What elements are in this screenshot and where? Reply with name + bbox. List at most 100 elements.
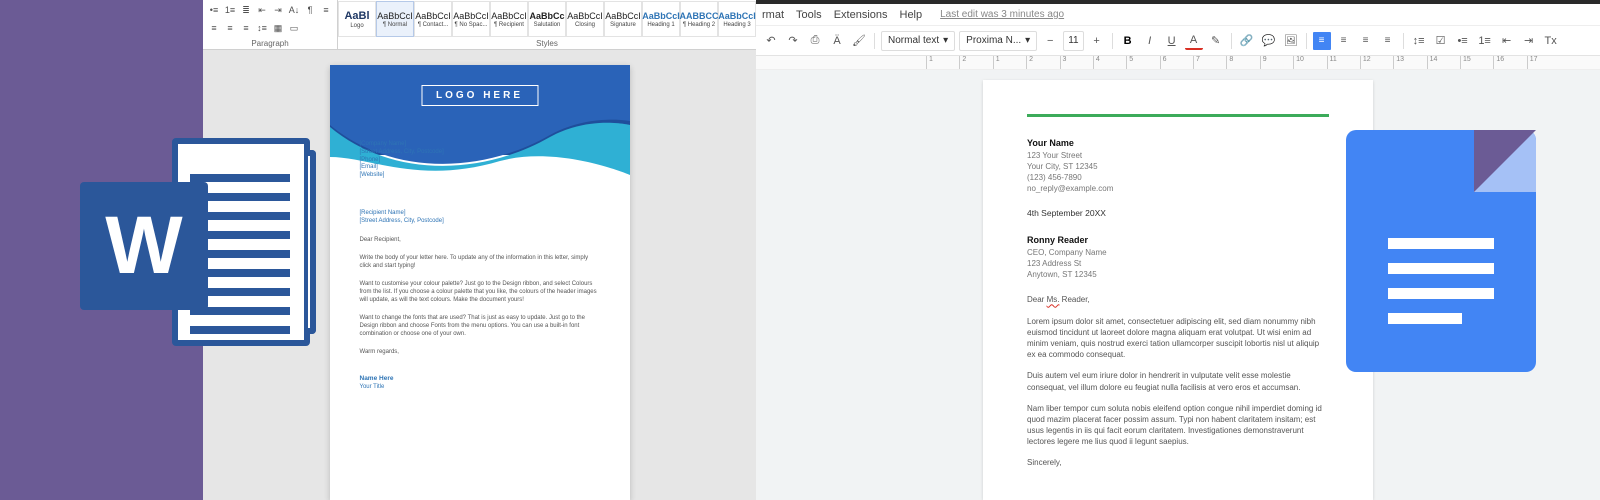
your-addr2[interactable]: Your City, ST 12345 xyxy=(1027,161,1329,172)
body-paragraph-2[interactable]: Want to customise your colour palette? J… xyxy=(360,280,600,304)
closing[interactable]: Warm regards, xyxy=(360,348,600,356)
align-center-icon[interactable]: ≡ xyxy=(1335,32,1353,50)
recipient-title[interactable]: CEO, Company Name xyxy=(1027,247,1329,258)
body-paragraph-1[interactable]: Lorem ipsum dolor sit amet, consectetuer… xyxy=(1027,316,1329,361)
line-spacing-icon[interactable]: ↕≡ xyxy=(1410,32,1428,50)
outdent-icon[interactable]: ⇤ xyxy=(255,3,269,17)
clear-format-icon[interactable]: Tx xyxy=(1542,32,1560,50)
recipient-address[interactable]: [Street Address, City, Postcode] xyxy=(360,218,600,226)
your-name[interactable]: Your Name xyxy=(1027,137,1329,150)
font-family-select[interactable]: Proxima N...▾ xyxy=(959,31,1037,51)
paint-format-icon[interactable]: 🖌 xyxy=(850,32,868,50)
recipient-block[interactable]: [Recipient Name] [Street Address, City, … xyxy=(360,210,600,226)
menu-extensions[interactable]: Extensions xyxy=(834,9,888,21)
word-page[interactable]: LOGO HERE [Company Name] [Street Address… xyxy=(330,65,630,500)
bulleted-list-icon[interactable]: •≡ xyxy=(1454,32,1472,50)
gdocs-ruler[interactable]: 1 2 1 2 3 4 5 6 7 8 9 10 11 12 13 14 15 … xyxy=(756,56,1600,70)
sender-phone[interactable]: [Phone] xyxy=(360,157,600,165)
body-paragraph-3[interactable]: Nam liber tempor cum soluta nobis eleife… xyxy=(1027,403,1329,448)
spelling-flagged[interactable]: Ms. xyxy=(1047,295,1060,304)
salutation[interactable]: Dear Recipient, xyxy=(360,236,600,244)
numbered-list-icon[interactable]: 1≡ xyxy=(1476,32,1494,50)
font-size-increase[interactable]: + xyxy=(1088,32,1106,50)
sender-block[interactable]: [Company Name] [Street Address, City, Po… xyxy=(360,141,600,180)
outdent-icon[interactable]: ⇤ xyxy=(1498,32,1516,50)
signature-title[interactable]: Your Title xyxy=(360,383,600,391)
style-contact[interactable]: AaBbCcI¶ Contact... xyxy=(414,1,452,37)
bold-icon[interactable]: B xyxy=(1119,32,1137,50)
line-spacing-icon[interactable]: ↕≡ xyxy=(255,21,269,35)
style-normal[interactable]: AaBbCcI¶ Normal xyxy=(376,1,414,37)
indent-icon[interactable]: ⇥ xyxy=(1520,32,1538,50)
font-size-decrease[interactable]: − xyxy=(1041,32,1059,50)
style-heading2[interactable]: AABBCC¶ Heading 2 xyxy=(680,1,718,37)
recipient-name[interactable]: Ronny Reader xyxy=(1027,234,1329,247)
align-center-icon[interactable]: ≡ xyxy=(207,21,221,35)
style-heading1[interactable]: AaBbCcIHeading 1 xyxy=(642,1,680,37)
signature-name[interactable]: Name Here xyxy=(360,375,600,384)
recipient-addr2[interactable]: Anytown, ST 12345 xyxy=(1027,269,1329,280)
your-addr1[interactable]: 123 Your Street xyxy=(1027,150,1329,161)
show-marks-icon[interactable]: ¶ xyxy=(303,3,317,17)
justify-icon[interactable]: ≡ xyxy=(239,21,253,35)
align-left-icon[interactable]: ≡ xyxy=(1313,32,1331,50)
borders-icon[interactable]: ▭ xyxy=(287,21,301,35)
style-no-spacing[interactable]: AaBbCcI¶ No Spac... xyxy=(452,1,490,37)
font-size-input[interactable]: 11 xyxy=(1063,31,1083,51)
sender-company[interactable]: [Company Name] xyxy=(360,141,600,149)
align-right-icon[interactable]: ≡ xyxy=(1357,32,1375,50)
body-paragraph-3[interactable]: Want to change the fonts that are used? … xyxy=(360,314,600,338)
style-logo[interactable]: AaBlLogo xyxy=(338,1,376,37)
sender-website[interactable]: [Website] xyxy=(360,172,600,180)
italic-icon[interactable]: I xyxy=(1141,32,1159,50)
closing[interactable]: Sincerely, xyxy=(1027,457,1329,468)
highlight-icon[interactable]: ✎ xyxy=(1207,32,1225,50)
print-icon[interactable]: ⎙ xyxy=(806,32,824,50)
undo-icon[interactable]: ↶ xyxy=(762,32,780,50)
recipient-addr1[interactable]: 123 Address St xyxy=(1027,258,1329,269)
align-right-icon[interactable]: ≡ xyxy=(223,21,237,35)
insert-link-icon[interactable]: 🔗 xyxy=(1238,32,1256,50)
menu-help[interactable]: Help xyxy=(900,9,923,21)
spellcheck-icon[interactable]: Ä xyxy=(828,32,846,50)
insert-image-icon[interactable]: 🖼 xyxy=(1282,32,1300,50)
sort-icon[interactable]: A↓ xyxy=(287,3,301,17)
shading-icon[interactable]: ▦ xyxy=(271,21,285,35)
numbering-icon[interactable]: 1≡ xyxy=(223,3,237,17)
salutation-line[interactable]: Dear Ms. Reader, xyxy=(1027,294,1329,305)
letter-body[interactable]: [Company Name] [Street Address, City, Po… xyxy=(330,187,630,391)
letter-body[interactable]: Dear Ms. Reader, Lorem ipsum dolor sit a… xyxy=(1027,294,1329,468)
indent-icon[interactable]: ⇥ xyxy=(271,3,285,17)
gdocs-page[interactable]: Your Name 123 Your Street Your City, ST … xyxy=(983,80,1373,500)
style-recipient[interactable]: AaBbCcI¶ Recipient xyxy=(490,1,528,37)
letter-date[interactable]: 4th September 20XX xyxy=(1027,208,1329,220)
body-paragraph-2[interactable]: Duis autem vel eum iriure dolor in hendr… xyxy=(1027,370,1329,392)
sender-email[interactable]: [Email] xyxy=(360,164,600,172)
word-ribbon: •≡ 1≡ ≣ ⇤ ⇥ A↓ ¶ ≡ ≡ ≡ ≡ ↕≡ ▦ ▭ Paragrap… xyxy=(203,0,756,50)
body-paragraph-1[interactable]: Write the body of your letter here. To u… xyxy=(360,254,600,270)
bullets-icon[interactable]: •≡ xyxy=(207,3,221,17)
align-left-icon[interactable]: ≡ xyxy=(319,3,333,17)
recipient-name[interactable]: [Recipient Name] xyxy=(360,210,600,218)
styles-gallery[interactable]: AaBlLogo AaBbCcI¶ Normal AaBbCcI¶ Contac… xyxy=(338,0,756,38)
underline-icon[interactable]: U xyxy=(1163,32,1181,50)
menu-format[interactable]: rmat xyxy=(762,9,784,21)
your-phone[interactable]: (123) 456-7890 xyxy=(1027,172,1329,183)
style-signature[interactable]: AaBbCcISignature xyxy=(604,1,642,37)
your-email[interactable]: no_reply@example.com xyxy=(1027,183,1329,194)
ruler-tick: 16 xyxy=(1493,56,1526,69)
redo-icon[interactable]: ↷ xyxy=(784,32,802,50)
checklist-icon[interactable]: ☑ xyxy=(1432,32,1450,50)
last-edit-link[interactable]: Last edit was 3 minutes ago xyxy=(940,9,1064,20)
multilevel-icon[interactable]: ≣ xyxy=(239,3,253,17)
text-color-icon[interactable]: A xyxy=(1185,32,1203,50)
logo-placeholder[interactable]: LOGO HERE xyxy=(421,85,538,106)
menu-tools[interactable]: Tools xyxy=(796,9,822,21)
style-heading3[interactable]: AaBbCcIHeading 3 xyxy=(718,1,756,37)
paragraph-style-select[interactable]: Normal text▾ xyxy=(881,31,955,51)
sender-address[interactable]: [Street Address, City, Postcode] xyxy=(360,149,600,157)
align-justify-icon[interactable]: ≡ xyxy=(1379,32,1397,50)
style-closing[interactable]: AaBbCcIClosing xyxy=(566,1,604,37)
style-salutation[interactable]: AaBbCcSalutation xyxy=(528,1,566,37)
insert-comment-icon[interactable]: 💬 xyxy=(1260,32,1278,50)
